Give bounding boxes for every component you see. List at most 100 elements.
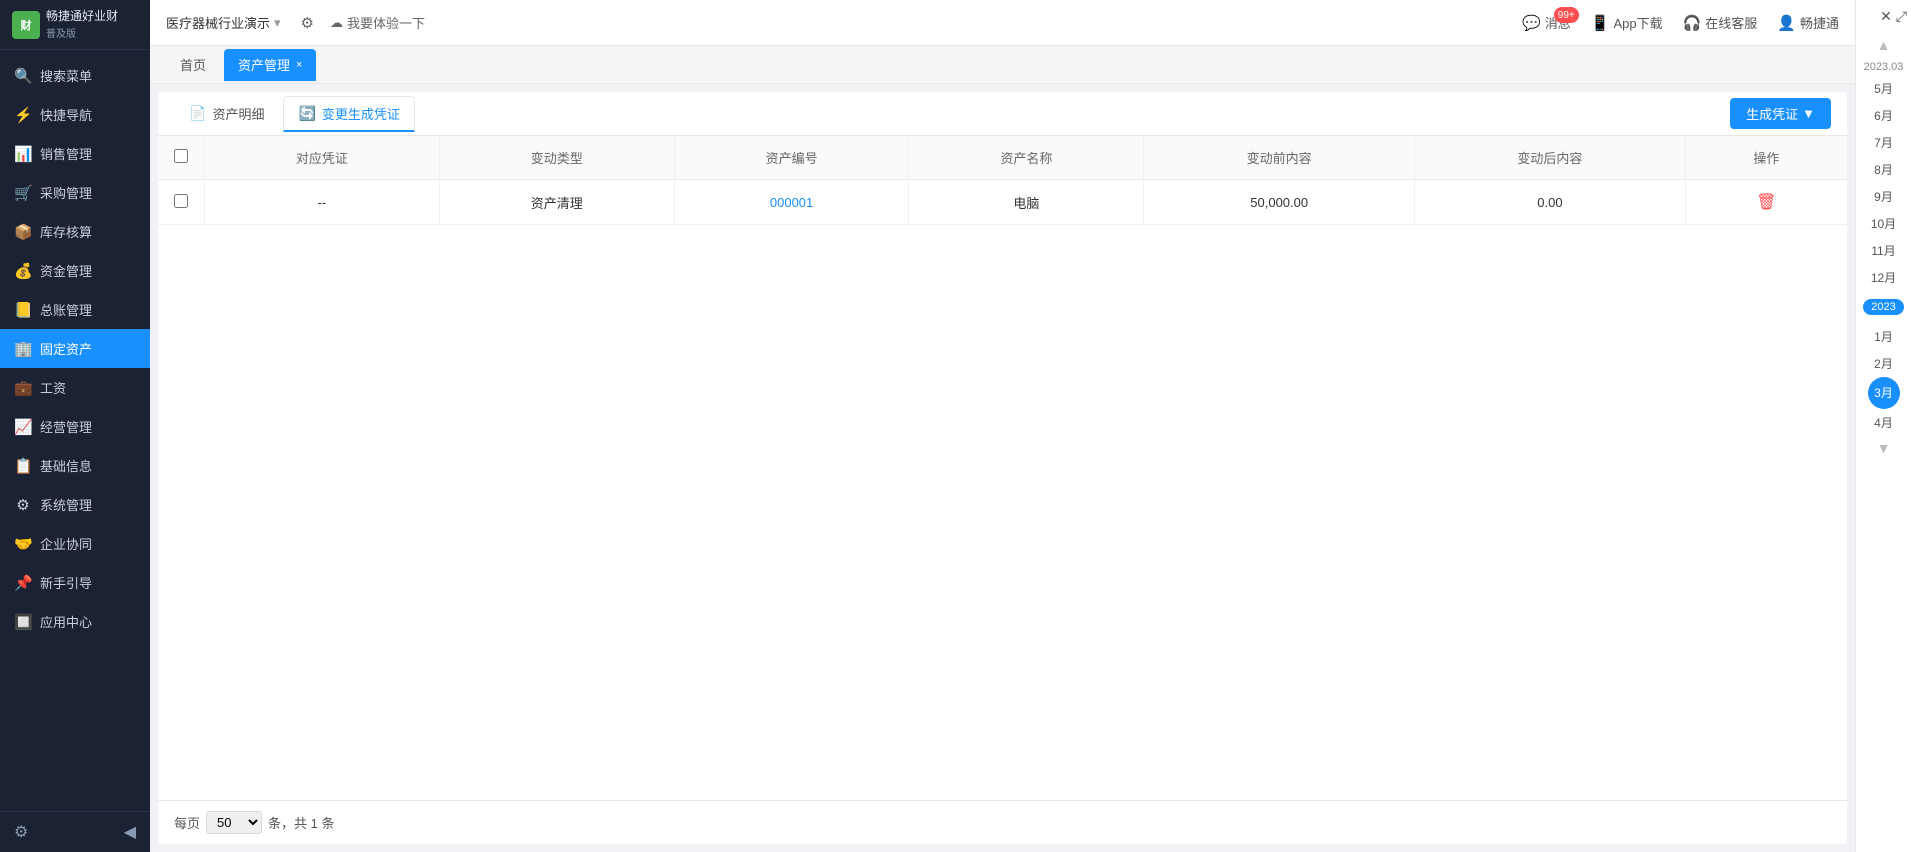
right-panel: ✕ ⤢ ▲ 2023.03 5月 6月 7月 8月 9月 10月 11月 12月… bbox=[1855, 0, 1911, 852]
sidebar-item-app-center[interactable]: 🔲应用中心 bbox=[0, 602, 150, 641]
panel-expand-icon[interactable]: ⤢ bbox=[1896, 8, 1907, 25]
date-item-10[interactable]: 10月 bbox=[1856, 210, 1911, 237]
date-item-8[interactable]: 8月 bbox=[1856, 156, 1911, 183]
sidebar-item-label-guide: 新手引导 bbox=[40, 573, 92, 592]
col-checkbox bbox=[158, 136, 205, 180]
sidebar-item-label-enterprise: 企业协同 bbox=[40, 534, 92, 553]
sidebar-item-finance[interactable]: 💰资金管理 bbox=[0, 251, 150, 290]
row-asset-name: 电脑 bbox=[909, 180, 1144, 225]
col-action: 操作 bbox=[1685, 136, 1847, 180]
tab-asset-detail-label: 资产明细 bbox=[212, 104, 264, 123]
company-selector[interactable]: 医疗器械行业演示 ▾ bbox=[166, 13, 281, 32]
col-after-change: 变动后内容 bbox=[1415, 136, 1686, 180]
date-item-3-active[interactable]: 3月 bbox=[1868, 377, 1900, 409]
select-all-checkbox[interactable] bbox=[174, 149, 188, 163]
per-page-select[interactable]: 20 50 100 bbox=[206, 811, 262, 834]
table-container: 对应凭证 变动类型 资产编号 资产名称 变动前内容 变动后内容 操作 bbox=[158, 136, 1847, 800]
row-asset-code: 000001 bbox=[674, 180, 909, 225]
right-panel-header: ✕ ⤢ bbox=[1856, 0, 1911, 29]
row-voucher: -- bbox=[205, 180, 440, 225]
customer-service-btn[interactable]: 🎧 在线客服 bbox=[1683, 13, 1758, 32]
quick-nav-icon: ⚡ bbox=[14, 106, 32, 124]
date-item-5[interactable]: 5月 bbox=[1856, 75, 1911, 102]
sidebar-item-basic-info[interactable]: 📋基础信息 bbox=[0, 446, 150, 485]
enterprise-icon: 🤝 bbox=[14, 535, 32, 553]
row-checkbox-cell bbox=[158, 180, 205, 225]
row-after-change: 0.00 bbox=[1415, 180, 1686, 225]
cloud-icon: ☁ bbox=[330, 15, 343, 31]
inventory-icon: 📦 bbox=[14, 223, 32, 241]
tab-change-voucher-label: 变更生成凭证 bbox=[322, 104, 400, 123]
date-item-11[interactable]: 11月 bbox=[1856, 237, 1911, 264]
delete-icon[interactable]: 🗑 bbox=[1756, 194, 1776, 211]
sidebar-item-inventory[interactable]: 📦库存核算 bbox=[0, 212, 150, 251]
sidebar-logo: 财 畅捷通好业财 普及版 bbox=[0, 0, 150, 50]
sidebar-item-operations[interactable]: 📈 经营管理 bbox=[0, 407, 150, 446]
sidebar-item-sales[interactable]: 📊销售管理 bbox=[0, 134, 150, 173]
sidebar-item-label-operations: 经营管理 bbox=[40, 417, 92, 436]
date-item-2[interactable]: 2月 bbox=[1856, 350, 1911, 377]
sidebar-item-label-finance: 资金管理 bbox=[40, 261, 92, 280]
content-area: 📄 资产明细 🔄 变更生成凭证 生成凭证 ▼ bbox=[158, 92, 1847, 844]
tab-home[interactable]: 首页 bbox=[166, 49, 220, 81]
message-icon: 💬 bbox=[1522, 14, 1541, 32]
sidebar-item-quick-nav[interactable]: ⚡ 快捷导航 bbox=[0, 95, 150, 134]
user-label: 畅捷通 bbox=[1800, 13, 1839, 32]
year-label-2023-03: 2023.03 bbox=[1856, 57, 1911, 75]
panel-close-icon[interactable]: ✕ bbox=[1880, 8, 1892, 25]
tab-close-icon[interactable]: × bbox=[296, 59, 302, 71]
header-gear-icon[interactable]: ⚙ bbox=[301, 14, 314, 32]
generate-voucher-btn[interactable]: 生成凭证 ▼ bbox=[1730, 98, 1831, 129]
sidebar-item-payroll[interactable]: 💼工资 bbox=[0, 368, 150, 407]
ledger-icon: 📒 bbox=[14, 301, 32, 319]
operations-icon: 📈 bbox=[14, 418, 32, 436]
messages-btn[interactable]: 💬 消息 99+ bbox=[1522, 13, 1571, 32]
sidebar-item-ledger[interactable]: 📒 总账管理 bbox=[0, 290, 150, 329]
date-item-7[interactable]: 7月 bbox=[1856, 129, 1911, 156]
pagination-bar: 每页 20 50 100 条，共 1 条 bbox=[158, 800, 1847, 844]
col-voucher: 对应凭证 bbox=[205, 136, 440, 180]
date-item-9[interactable]: 9月 bbox=[1856, 183, 1911, 210]
sidebar-item-fixed-assets[interactable]: 🏢固定资产 bbox=[0, 329, 150, 368]
generate-btn-label: 生成凭证 bbox=[1746, 104, 1798, 123]
sidebar-item-label-quick-nav: 快捷导航 bbox=[40, 105, 92, 124]
app-center-icon: 🔲 bbox=[14, 613, 32, 631]
feedback-btn[interactable]: ☁ 我要体验一下 bbox=[330, 13, 425, 32]
sidebar-item-guide[interactable]: 📌新手引导 bbox=[0, 563, 150, 602]
sidebar-item-purchase[interactable]: 🛒采购管理 bbox=[0, 173, 150, 212]
year-badge-2023: 2023 bbox=[1856, 291, 1911, 323]
sidebar-nav: 🔍搜索菜单 ⚡ 快捷导航 📊销售管理🛒采购管理📦库存核算💰资金管理 📒 总账管理 🏢固定资产… bbox=[0, 50, 150, 811]
collapse-icon[interactable]: ◀ bbox=[124, 822, 136, 842]
tab-asset-management[interactable]: 资产管理 × bbox=[224, 49, 316, 81]
sales-icon: 📊 bbox=[14, 145, 32, 163]
tab-change-voucher[interactable]: 🔄 变更生成凭证 bbox=[283, 96, 414, 132]
messages-badge: 99+ bbox=[1554, 7, 1579, 23]
sidebar-item-system[interactable]: ⚙系统管理 bbox=[0, 485, 150, 524]
row-checkbox[interactable] bbox=[174, 194, 188, 208]
date-item-12[interactable]: 12月 bbox=[1856, 264, 1911, 291]
generate-btn-arrow-icon: ▼ bbox=[1802, 106, 1815, 121]
inner-tabs: 📄 资产明细 🔄 变更生成凭证 生成凭证 ▼ bbox=[158, 92, 1847, 136]
header-right: 💬 消息 99+ 📱 App下载 🎧 在线客服 👤 畅捷通 bbox=[1522, 13, 1839, 32]
tab-asset-detail[interactable]: 📄 资产明细 bbox=[174, 96, 279, 132]
app-download-label: App下载 bbox=[1613, 13, 1662, 32]
company-name: 医疗器械行业演示 bbox=[166, 13, 270, 32]
main-area: 医疗器械行业演示 ▾ ⚙ ☁ 我要体验一下 💬 消息 99+ 📱 App下载 🎧… bbox=[150, 0, 1855, 852]
app-download-btn[interactable]: 📱 App下载 bbox=[1591, 13, 1663, 32]
purchase-icon: 🛒 bbox=[14, 184, 32, 202]
scroll-up-btn[interactable]: ▲ bbox=[1856, 33, 1911, 57]
sidebar-item-search[interactable]: 🔍搜索菜单 bbox=[0, 56, 150, 95]
company-arrow-icon: ▾ bbox=[274, 15, 281, 31]
settings-icon[interactable]: ⚙ bbox=[14, 822, 28, 842]
date-item-1[interactable]: 1月 bbox=[1856, 323, 1911, 350]
row-before-change: 50,000.00 bbox=[1144, 180, 1415, 225]
sidebar-item-label-search: 搜索菜单 bbox=[40, 66, 92, 85]
data-table: 对应凭证 变动类型 资产编号 资产名称 变动前内容 变动后内容 操作 bbox=[158, 136, 1847, 225]
user-btn[interactable]: 👤 畅捷通 bbox=[1777, 13, 1839, 32]
sidebar-item-label-ledger: 总账管理 bbox=[40, 300, 92, 319]
scroll-down-btn[interactable]: ▼ bbox=[1856, 436, 1911, 460]
date-item-4[interactable]: 4月 bbox=[1856, 409, 1911, 436]
sidebar-item-enterprise[interactable]: 🤝 企业协同 bbox=[0, 524, 150, 563]
date-item-6[interactable]: 6月 bbox=[1856, 102, 1911, 129]
row-action: 🗑 bbox=[1685, 180, 1847, 225]
